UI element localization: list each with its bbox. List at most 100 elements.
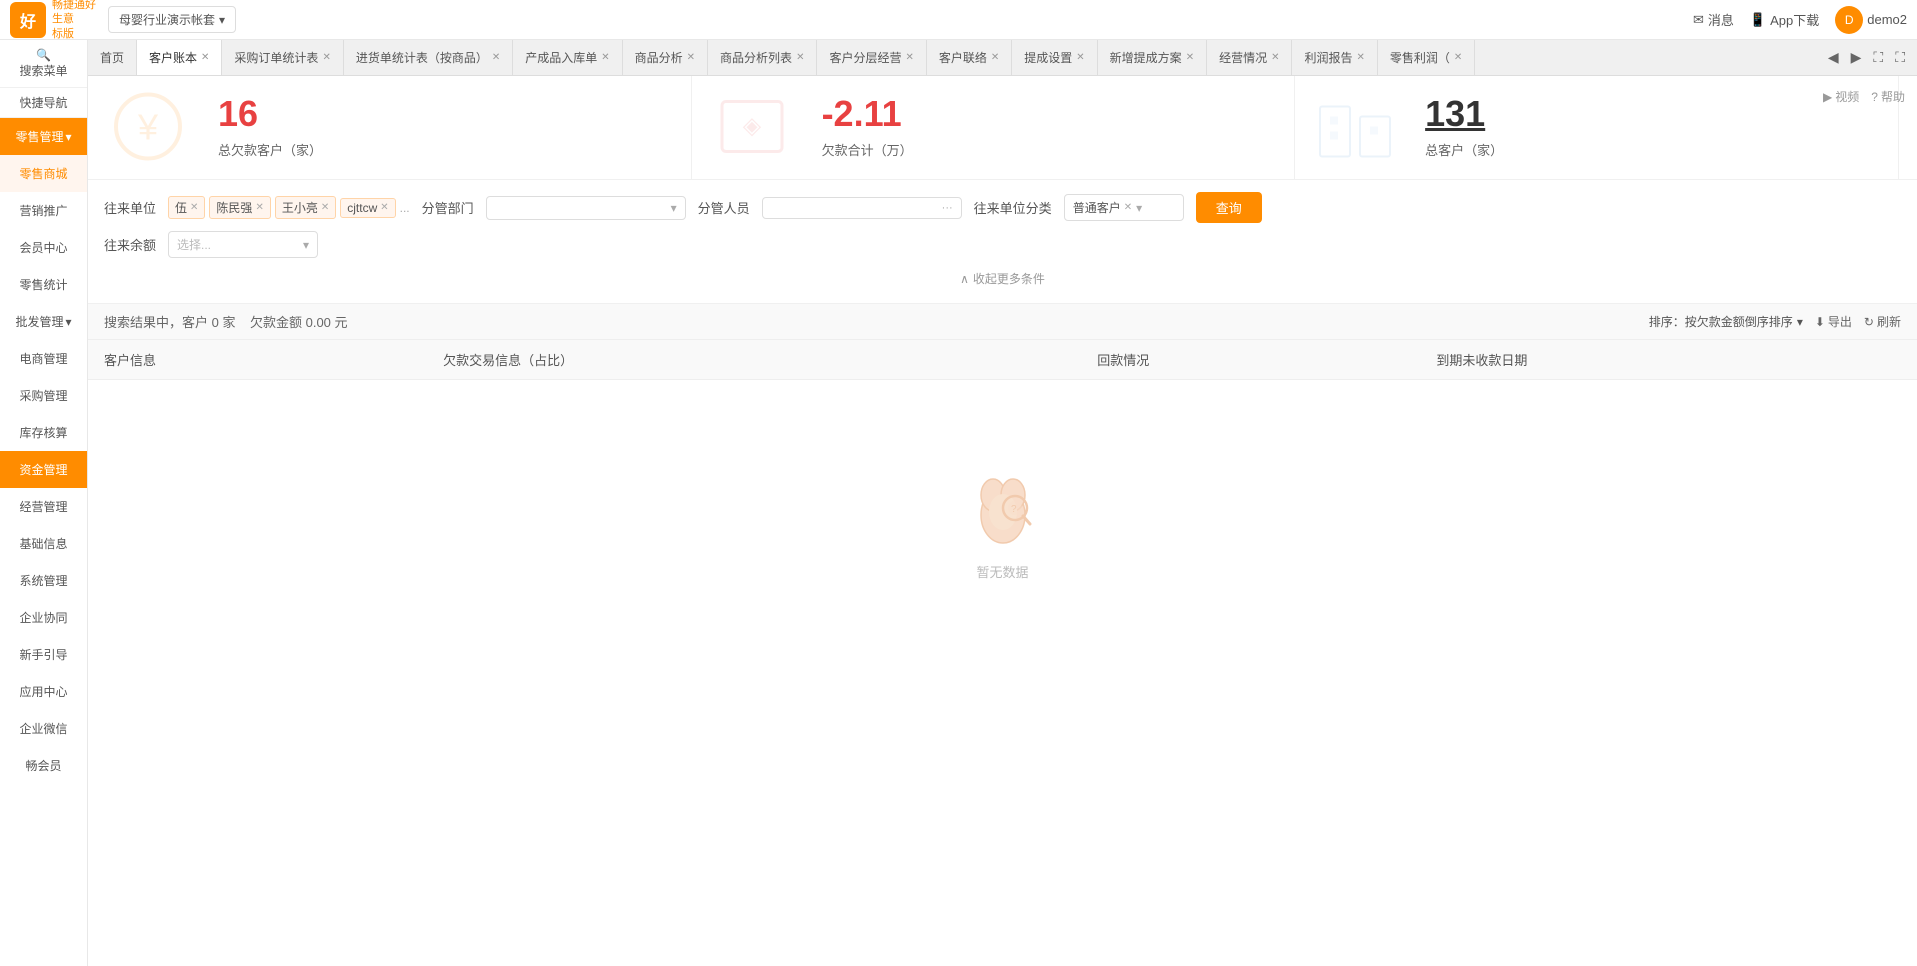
sidebar-item-finance[interactable]: 资金管理 (0, 451, 87, 488)
sidebar-item-vip[interactable]: 畅会员 (0, 747, 87, 784)
tab-maximize[interactable]: ⛶ (1891, 47, 1909, 68)
tag-close-wang[interactable]: ✕ (321, 202, 329, 213)
balance-dropdown-icon: ▾ (303, 238, 309, 252)
tab-expand[interactable]: ⛶ (1869, 47, 1887, 68)
person-select[interactable]: ··· (762, 197, 962, 219)
tab-goods-analysis-list[interactable]: 商品分析列表 ✕ (708, 40, 817, 76)
sidebar-item-wechat[interactable]: 企业微信 (0, 710, 87, 747)
stat-value-total-customers: 131 (1325, 96, 1868, 132)
sidebar-search[interactable]: 🔍 搜索菜单 (0, 40, 87, 88)
sidebar-item-inventory[interactable]: 库存核算 (0, 414, 87, 451)
tab-close-customers[interactable]: ✕ (201, 52, 209, 63)
filter-tag-cj: cjttcw ✕ (340, 198, 395, 218)
balance-label: 往来余额 (104, 235, 156, 254)
balance-select[interactable]: 选择... ▾ (168, 231, 318, 258)
search-icon: 🔍 (36, 48, 51, 62)
sort-arrow-icon: ▾ (1797, 315, 1803, 329)
tab-customer-segment[interactable]: 客户分层经营 ✕ (817, 40, 926, 76)
tab-bar-actions: ◀ ▶ ⛶ ⛶ (1816, 47, 1917, 68)
app-download-btn[interactable]: 📱 App下载 (1750, 10, 1819, 29)
tab-scroll-left[interactable]: ◀ (1824, 47, 1843, 68)
tab-close-goods-analysis-list[interactable]: ✕ (796, 52, 804, 63)
filter-tag-wang: 王小亮 ✕ (275, 196, 336, 219)
chevron-icon-2: ▾ (65, 315, 71, 329)
tab-close-customer-contact[interactable]: ✕ (991, 52, 999, 63)
tab-close-customer-segment[interactable]: ✕ (905, 52, 913, 63)
category-select[interactable]: 普通客户 ✕ ▾ (1064, 194, 1184, 221)
sidebar-item-ecommerce[interactable]: 电商管理 (0, 340, 87, 377)
tab-scroll-right[interactable]: ▶ (1847, 47, 1866, 68)
stat-label-customers: 总欠款客户（家） (118, 140, 661, 159)
tab-close-promotion-settings[interactable]: ✕ (1076, 52, 1084, 63)
sidebar-item-system[interactable]: 系统管理 (0, 562, 87, 599)
category-tag-close[interactable]: ✕ (1124, 202, 1132, 213)
tab-customer-contact[interactable]: 客户联络 ✕ (927, 40, 1012, 76)
sidebar-item-purchase[interactable]: 采购管理 (0, 377, 87, 414)
sidebar-quick-nav[interactable]: 快捷导航 (0, 88, 87, 118)
tab-product-in[interactable]: 产成品入库单 ✕ (513, 40, 622, 76)
stats-row: ¥ 16 总欠款客户（家） ◈ -2.11 欠款合计（万） (88, 76, 1917, 180)
tab-business[interactable]: 经营情况 ✕ (1207, 40, 1292, 76)
tab-retail-profit[interactable]: 零售利润（ ✕ (1378, 40, 1475, 76)
workspace-selector[interactable]: 母婴行业演示帐套 ▾ (108, 6, 236, 33)
tag-close-wu[interactable]: ✕ (190, 202, 198, 213)
tab-close-new-promotion[interactable]: ✕ (1186, 52, 1194, 63)
tab-purchase-stats[interactable]: 进货单统计表（按商品） ✕ (344, 40, 513, 76)
tab-close-retail-profit[interactable]: ✕ (1454, 52, 1462, 63)
stat-block-customers: ¥ 16 总欠款客户（家） (88, 76, 692, 179)
page-help: ▶ 视频 ? 帮助 (1823, 88, 1905, 105)
sidebar-item-operations[interactable]: 经营管理 (0, 488, 87, 525)
sort-select[interactable]: 排序：按欠款金额倒序排序 ▾ (1649, 313, 1803, 330)
tab-close-purchase-stats[interactable]: ✕ (492, 52, 500, 63)
sort-label: 排序：按欠款金额倒序排序 (1649, 313, 1793, 330)
video-help-btn[interactable]: ▶ 视频 (1823, 88, 1859, 105)
sidebar-item-retail-stats[interactable]: 零售统计 (0, 266, 87, 303)
tab-purchase-orders[interactable]: 采购订单统计表 ✕ (222, 40, 343, 76)
message-btn[interactable]: ✉ 消息 (1693, 10, 1734, 29)
tab-close-product-in[interactable]: ✕ (601, 52, 609, 63)
col-overdue-date: 到期未收款日期 (1420, 340, 1917, 380)
avatar-icon: D (1835, 6, 1863, 34)
chevron-icon: ▾ (65, 130, 71, 144)
tab-customers[interactable]: 客户账本 ✕ (137, 40, 222, 76)
help-btn[interactable]: ? 帮助 (1871, 88, 1905, 105)
tab-profit-report[interactable]: 利润报告 ✕ (1292, 40, 1377, 76)
sidebar-item-guide[interactable]: 新手引导 (0, 636, 87, 673)
stat-block-debt: ◈ -2.11 欠款合计（万） (692, 76, 1296, 179)
category-label: 往来单位分类 (974, 198, 1052, 217)
query-button[interactable]: 查询 (1196, 192, 1262, 223)
sidebar-item-wholesale[interactable]: 批发管理 ▾ (0, 303, 87, 340)
export-icon: ⬇ (1815, 315, 1825, 329)
tab-close-purchase-orders[interactable]: ✕ (322, 52, 330, 63)
user-avatar[interactable]: D demo2 (1835, 6, 1907, 34)
stat-block-total-customers: 131 总客户（家） (1295, 76, 1899, 179)
sidebar-item-enterprise[interactable]: 企业协同 (0, 599, 87, 636)
refresh-button[interactable]: ↻ 刷新 (1864, 313, 1901, 330)
unit-label: 往来单位 (104, 198, 156, 217)
tab-new-promotion[interactable]: 新增提成方案 ✕ (1098, 40, 1207, 76)
dept-select[interactable]: ▾ (486, 196, 686, 220)
sidebar-item-retail[interactable]: 零售管理 ▾ (0, 118, 87, 155)
export-button[interactable]: ⬇ 导出 (1815, 313, 1852, 330)
tab-home[interactable]: 首页 (88, 40, 137, 76)
tag-close-cj[interactable]: ✕ (380, 202, 388, 213)
table-empty-row: ? 暂无数据 (88, 380, 1917, 662)
tag-more[interactable]: ... (400, 201, 410, 215)
svg-text:?: ? (1011, 504, 1017, 515)
sidebar-item-app-center[interactable]: 应用中心 (0, 673, 87, 710)
sidebar-item-members[interactable]: 会员中心 (0, 229, 87, 266)
tab-close-profit-report[interactable]: ✕ (1357, 52, 1365, 63)
tab-promotion-settings[interactable]: 提成设置 ✕ (1012, 40, 1097, 76)
tab-close-business[interactable]: ✕ (1271, 52, 1279, 63)
sidebar-item-marketing[interactable]: 营销推广 (0, 192, 87, 229)
sidebar-item-retail-mall[interactable]: 零售商城 (0, 155, 87, 192)
filter-tags: 伍 ✕ 陈民强 ✕ 王小亮 ✕ cjttcw ✕ (168, 196, 410, 219)
tag-close-chen[interactable]: ✕ (255, 202, 263, 213)
content-area: 首页 客户账本 ✕ 采购订单统计表 ✕ 进货单统计表（按商品） ✕ 产成品入库单… (88, 40, 1917, 966)
collapse-button[interactable]: ∧ 收起更多条件 (104, 266, 1901, 291)
sidebar-item-basic-info[interactable]: 基础信息 (0, 525, 87, 562)
category-tag: 普通客户 ✕ (1073, 199, 1132, 216)
tab-close-goods-analysis[interactable]: ✕ (687, 52, 695, 63)
table-header-row: 客户信息 欠款交易信息（占比） 回款情况 到期未收款日期 (88, 340, 1917, 380)
tab-goods-analysis[interactable]: 商品分析 ✕ (623, 40, 708, 76)
